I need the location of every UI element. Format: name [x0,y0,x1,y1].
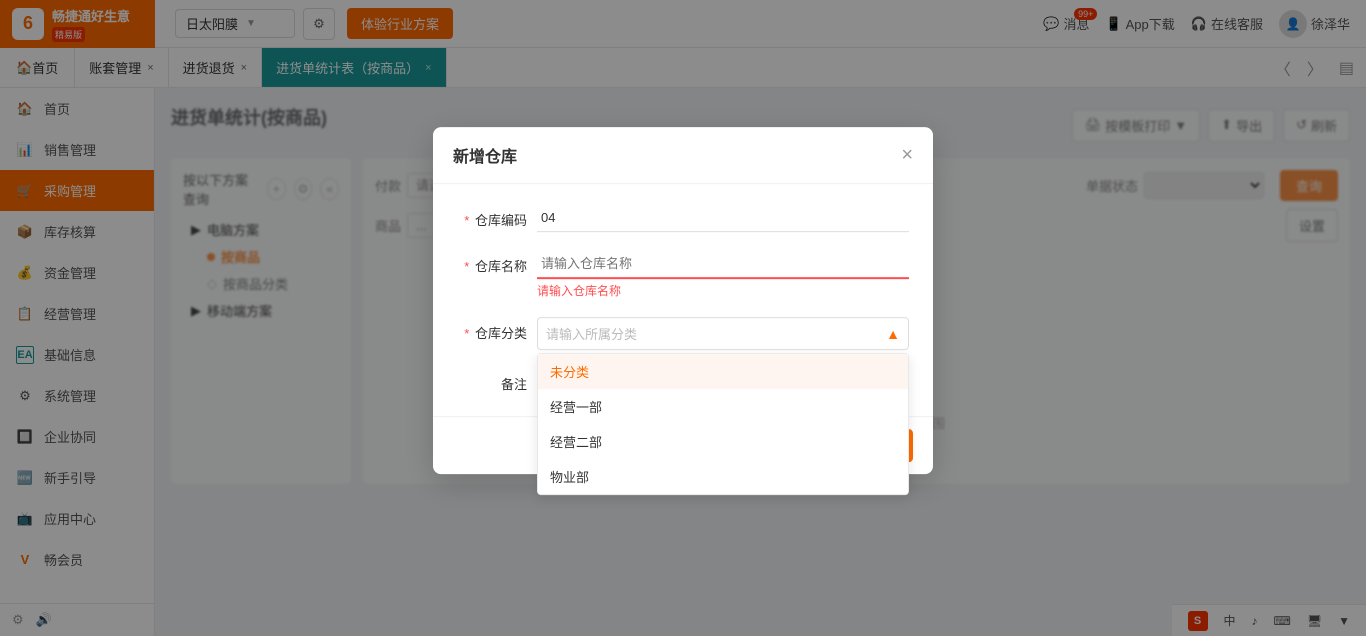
dropdown-item-0[interactable]: 未分类 [538,354,908,389]
category-required-star: * [464,326,469,341]
modal-header: 新增仓库 × [433,127,933,184]
dropdown-item-3-label: 物业部 [550,470,589,485]
category-placeholder: 请输入所属分类 [546,324,637,343]
category-label-wrapper: * 仓库分类 [457,317,537,342]
category-control: 请输入所属分类 ▲ 未分类 经营一部 经营二部 物业部 [537,317,909,350]
modal-close-icon[interactable]: × [901,144,913,167]
category-dropdown-trigger[interactable]: 请输入所属分类 ▲ [537,317,909,350]
code-label-wrapper: * 仓库编码 [457,204,537,229]
code-field-row: * 仓库编码 [457,204,909,232]
add-warehouse-modal: 新增仓库 × * 仓库编码 * 仓库名称 请输入仓库名称 [433,127,933,474]
name-field-row: * 仓库名称 请输入仓库名称 [457,250,909,299]
dropdown-item-2[interactable]: 经营二部 [538,424,908,459]
name-input[interactable] [537,250,909,279]
category-field-row: * 仓库分类 请输入所属分类 ▲ 未分类 经营一部 经营二部 [457,317,909,350]
category-up-arrow-icon: ▲ [886,326,900,342]
dropdown-item-1-label: 经营一部 [550,400,602,415]
dropdown-item-2-label: 经营二部 [550,435,602,450]
code-input[interactable] [537,204,909,232]
remark-label: 备注 [501,377,527,392]
category-label: 仓库分类 [475,326,527,341]
name-control: 请输入仓库名称 [537,250,909,299]
dropdown-item-0-label: 未分类 [550,365,589,380]
modal-body: * 仓库编码 * 仓库名称 请输入仓库名称 * 仓库分类 [433,184,933,416]
code-required-star: * [464,213,469,228]
code-label: 仓库编码 [475,213,527,228]
code-control [537,204,909,232]
dropdown-item-1[interactable]: 经营一部 [538,389,908,424]
modal-title: 新增仓库 [453,143,517,167]
dropdown-item-3[interactable]: 物业部 [538,459,908,494]
remark-label-wrapper: 备注 [457,368,537,393]
name-error-msg: 请输入仓库名称 [537,282,909,299]
name-label-wrapper: * 仓库名称 [457,250,537,275]
category-dropdown-list: 未分类 经营一部 经营二部 物业部 [537,353,909,495]
name-required-star: * [464,259,469,274]
name-label: 仓库名称 [475,259,527,274]
